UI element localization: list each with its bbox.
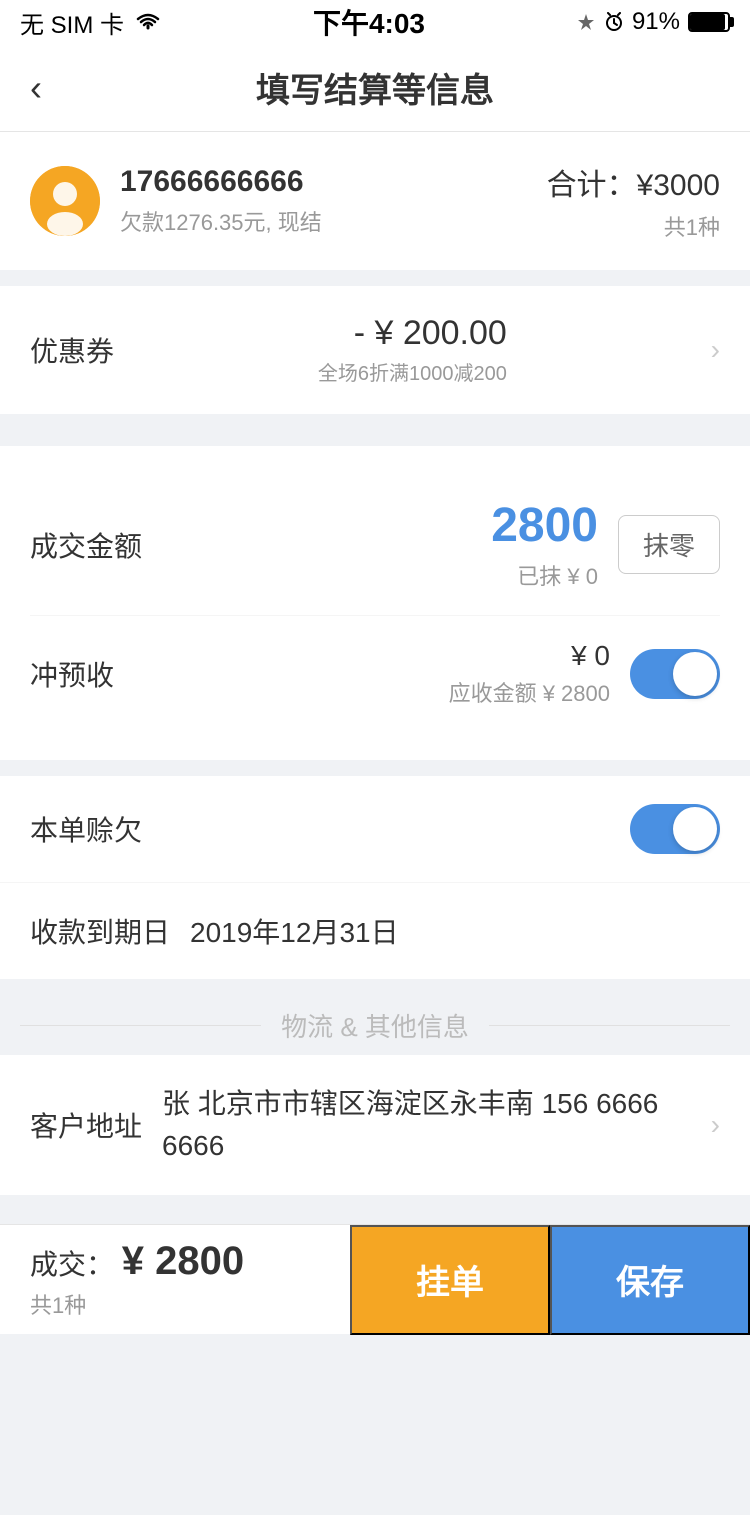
logistics-line-left <box>20 1025 261 1026</box>
customer-info: 17666666666 欠款1276.35元, 现结 <box>120 165 322 237</box>
customer-card: 17666666666 欠款1276.35元, 现结 合计：¥3000 共1种 <box>0 132 750 270</box>
debt-toggle-knob <box>673 807 717 851</box>
customer-sub: 欠款1276.35元, 现结 <box>120 205 322 237</box>
deal-amount-sub: 已抹 ¥ 0 <box>491 559 598 591</box>
bottom-deal-line: 成交： ¥ 2800 <box>30 1239 320 1284</box>
status-time: 下午4:03 <box>313 2 425 42</box>
coupon-label: 优惠券 <box>30 330 114 370</box>
due-date-row: 收款到期日 2019年12月31日 <box>30 911 720 951</box>
due-date-label: 收款到期日 <box>30 911 170 951</box>
avatar <box>30 166 100 236</box>
nav-bar: ‹ 填写结算等信息 <box>0 44 750 132</box>
sim-status: 无 SIM 卡 <box>20 5 124 40</box>
total-count: 共1种 <box>547 210 720 242</box>
save-button[interactable]: 保存 <box>550 1225 750 1335</box>
coupon-right: - ¥ 200.00 全场6折满1000减200 <box>318 314 507 386</box>
back-button[interactable]: ‹ <box>30 67 42 109</box>
prepay-right: ¥ 0 应收金额 ¥ 2800 <box>449 640 720 708</box>
hang-button[interactable]: 挂单 <box>350 1225 550 1335</box>
avatar-image <box>30 166 100 236</box>
location-icon <box>576 12 596 32</box>
debt-toggle[interactable] <box>630 804 720 854</box>
customer-phone: 17666666666 <box>120 165 322 199</box>
bottom-bar: 成交： ¥ 2800 共1种 挂单 保存 <box>0 1224 750 1334</box>
deal-amount-row: 成交金额 2800 已抹 ¥ 0 抹零 <box>30 474 720 616</box>
bottom-summary: 成交： ¥ 2800 共1种 <box>0 1239 350 1320</box>
toggle-knob <box>673 652 717 696</box>
logistics-divider: 物流 & 其他信息 <box>0 995 750 1055</box>
coupon-amount: - ¥ 200.00 <box>318 314 507 353</box>
logistics-line-right <box>489 1025 730 1026</box>
bottom-count: 共1种 <box>30 1288 320 1320</box>
bottom-deal-label: 成交： <box>30 1249 114 1280</box>
total-amount: 合计：¥3000 <box>547 160 720 204</box>
debt-label: 本单赊欠 <box>30 809 142 849</box>
deal-amount-label: 成交金额 <box>30 525 142 565</box>
prepay-sub: 应收金额 ¥ 2800 <box>449 676 610 708</box>
section-divider-3 <box>0 979 750 995</box>
prepay-toggle[interactable] <box>630 649 720 699</box>
status-right: 91% <box>576 8 730 36</box>
customer-left: 17666666666 欠款1276.35元, 现结 <box>30 165 322 237</box>
logistics-text: 物流 & 其他信息 <box>281 1007 469 1044</box>
coupon-arrow-icon: › <box>711 334 720 366</box>
page-title: 填写结算等信息 <box>256 63 494 112</box>
alarm-icon <box>604 12 624 32</box>
section-divider-1 <box>0 430 750 446</box>
prepay-row: 冲预收 ¥ 0 应收金额 ¥ 2800 <box>30 616 720 732</box>
amount-right-block: 2800 已抹 ¥ 0 <box>491 498 598 591</box>
section-divider-2 <box>0 760 750 776</box>
customer-right: 合计：¥3000 共1种 <box>547 160 720 242</box>
amount-section: 成交金额 2800 已抹 ¥ 0 抹零 冲预收 ¥ 0 应收金额 ¥ 2800 <box>0 446 750 760</box>
address-label: 客户地址 <box>30 1105 142 1145</box>
due-date-section: 收款到期日 2019年12月31日 <box>0 882 750 979</box>
prepay-values: ¥ 0 应收金额 ¥ 2800 <box>449 640 610 708</box>
coupon-sub: 全场6折满1000减200 <box>318 357 507 386</box>
address-arrow-icon: › <box>711 1109 720 1141</box>
battery-icon <box>688 12 730 32</box>
wifi-icon <box>134 12 162 32</box>
prepay-label: 冲预收 <box>30 654 114 694</box>
debt-section: 本单赊欠 <box>0 776 750 882</box>
battery-percent: 91% <box>632 8 680 36</box>
deal-amount-value: 2800 <box>491 498 598 553</box>
address-section[interactable]: 客户地址 张 北京市市辖区海淀区永丰南 156 6666 6666 › <box>0 1055 750 1195</box>
bottom-deal-amount: ¥ 2800 <box>122 1239 244 1283</box>
due-date-value: 2019年12月31日 <box>190 911 399 951</box>
status-left: 无 SIM 卡 <box>20 5 162 40</box>
status-bar: 无 SIM 卡 下午4:03 91% <box>0 0 750 44</box>
deal-amount-right: 2800 已抹 ¥ 0 抹零 <box>491 498 720 591</box>
prepay-amount: ¥ 0 <box>449 640 610 672</box>
round-button[interactable]: 抹零 <box>618 515 720 574</box>
address-content: 张 北京市市辖区海淀区永丰南 156 6666 6666 <box>142 1083 711 1167</box>
coupon-row[interactable]: 优惠券 - ¥ 200.00 全场6折满1000减200 › <box>0 286 750 414</box>
